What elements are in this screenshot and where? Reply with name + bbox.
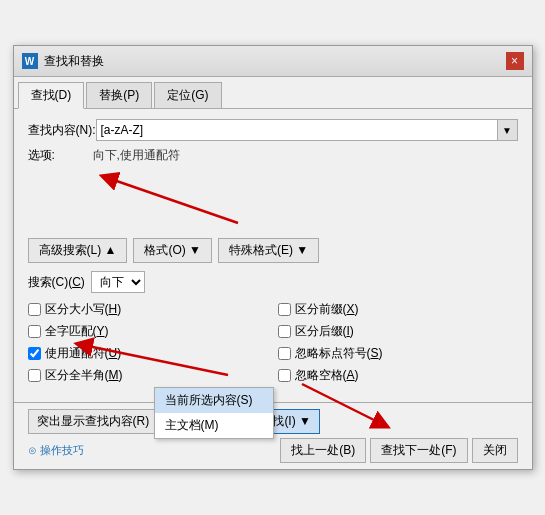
- find-replace-dialog: W 查找和替换 × 查找(D) 替换(P) 定位(G) 查找内容(N): ▼ 选: [13, 45, 533, 470]
- fullword-label: 全字匹配(Y): [45, 323, 109, 340]
- punctuation-label: 忽略标点符号(S): [295, 345, 383, 362]
- format-btn[interactable]: 格式(O) ▼: [133, 238, 212, 263]
- close-dialog-btn[interactable]: 关闭: [472, 438, 518, 463]
- dialog-title: 查找和替换: [44, 53, 104, 70]
- special-format-btn[interactable]: 特殊格式(E) ▼: [218, 238, 319, 263]
- wildcard-checkbox[interactable]: [28, 347, 41, 360]
- checkbox-prefix: 区分前缀(X): [278, 301, 518, 318]
- tips-link[interactable]: ⊙ 操作技巧: [28, 443, 84, 458]
- svg-line-1: [108, 178, 238, 223]
- checkbox-space: 忽略空格(A): [278, 367, 518, 384]
- search-dropdown-btn[interactable]: ▼: [498, 119, 518, 141]
- arrow-annotation-1: [88, 168, 288, 228]
- search-direction-select[interactable]: 向下: [91, 271, 145, 293]
- find-prev-btn[interactable]: 找上一处(B): [280, 438, 366, 463]
- search-dir-label: 搜索(C)(C): [28, 274, 85, 291]
- punctuation-checkbox[interactable]: [278, 347, 291, 360]
- space-checkbox[interactable]: [278, 369, 291, 382]
- space-label: 忽略空格(A): [295, 367, 359, 384]
- fullhalf-label: 区分全半角(M): [45, 367, 123, 384]
- app-icon: W: [22, 53, 38, 69]
- search-label: 查找内容(N):: [28, 122, 96, 139]
- prefix-checkbox[interactable]: [278, 303, 291, 316]
- dialog-body: 查找内容(N): ▼ 选项: 向下,使用通配符: [14, 109, 532, 402]
- checkbox-case: 区分大小写(H): [28, 301, 268, 318]
- tab-goto[interactable]: 定位(G): [154, 82, 221, 109]
- checkboxes-grid: 区分大小写(H) 区分前缀(X) 全字匹配(Y) 区分后缀(I) 使用通配符(U…: [28, 301, 518, 384]
- case-label: 区分大小写(H): [45, 301, 122, 318]
- wildcard-label: 使用通配符(U): [45, 345, 122, 362]
- checkbox-fullhalf: 区分全半角(M): [28, 367, 268, 384]
- options-value: 向下,使用通配符: [93, 147, 180, 164]
- suffix-checkbox[interactable]: [278, 325, 291, 338]
- options-row: 选项: 向下,使用通配符: [28, 147, 518, 164]
- action-buttons-row: 高级搜索(L) ▲ 格式(O) ▼ 特殊格式(E) ▼: [28, 238, 518, 263]
- title-bar-left: W 查找和替换: [22, 53, 104, 70]
- bottom-row2: ⊙ 操作技巧 找上一处(B) 查找下一处(F) 关闭: [28, 438, 518, 463]
- advanced-search-btn[interactable]: 高级搜索(L) ▲: [28, 238, 128, 263]
- find-next-btn[interactable]: 查找下一处(F): [370, 438, 467, 463]
- fullword-checkbox[interactable]: [28, 325, 41, 338]
- find-in-selection[interactable]: 当前所选内容(S): [155, 388, 273, 413]
- bottom-wrap: 突出显示查找内容(R) ▼ 在以下范围中查找(I) ▼ ⊙ 操作技巧 找上一处(…: [14, 402, 532, 469]
- checkbox-punctuation: 忽略标点符号(S): [278, 345, 518, 362]
- checkbox-fullword: 全字匹配(Y): [28, 323, 268, 340]
- case-checkbox[interactable]: [28, 303, 41, 316]
- title-bar: W 查找和替换 ×: [14, 46, 532, 77]
- checkbox-suffix: 区分后缀(I): [278, 323, 518, 340]
- checkbox-wildcard: 使用通配符(U): [28, 345, 268, 362]
- find-in-dropdown: 当前所选内容(S) 主文档(M): [154, 387, 274, 439]
- tab-bar: 查找(D) 替换(P) 定位(G): [14, 77, 532, 109]
- find-in-maindoc[interactable]: 主文档(M): [155, 413, 273, 438]
- tab-replace[interactable]: 替换(P): [86, 82, 152, 109]
- options-label: 选项:: [28, 147, 93, 164]
- arrow-area-1: [28, 168, 518, 228]
- fullhalf-checkbox[interactable]: [28, 369, 41, 382]
- search-row: 查找内容(N): ▼: [28, 119, 518, 141]
- search-dir-row: 搜索(C)(C) 向下: [28, 271, 518, 293]
- search-input-wrap: ▼: [96, 119, 518, 141]
- tab-find[interactable]: 查找(D): [18, 82, 85, 109]
- suffix-label: 区分后缀(I): [295, 323, 354, 340]
- highlight-btn[interactable]: 突出显示查找内容(R) ▼: [28, 409, 174, 434]
- search-input[interactable]: [96, 119, 498, 141]
- dir-select-wrap: 向下: [91, 271, 145, 293]
- close-button[interactable]: ×: [506, 52, 524, 70]
- prefix-label: 区分前缀(X): [295, 301, 359, 318]
